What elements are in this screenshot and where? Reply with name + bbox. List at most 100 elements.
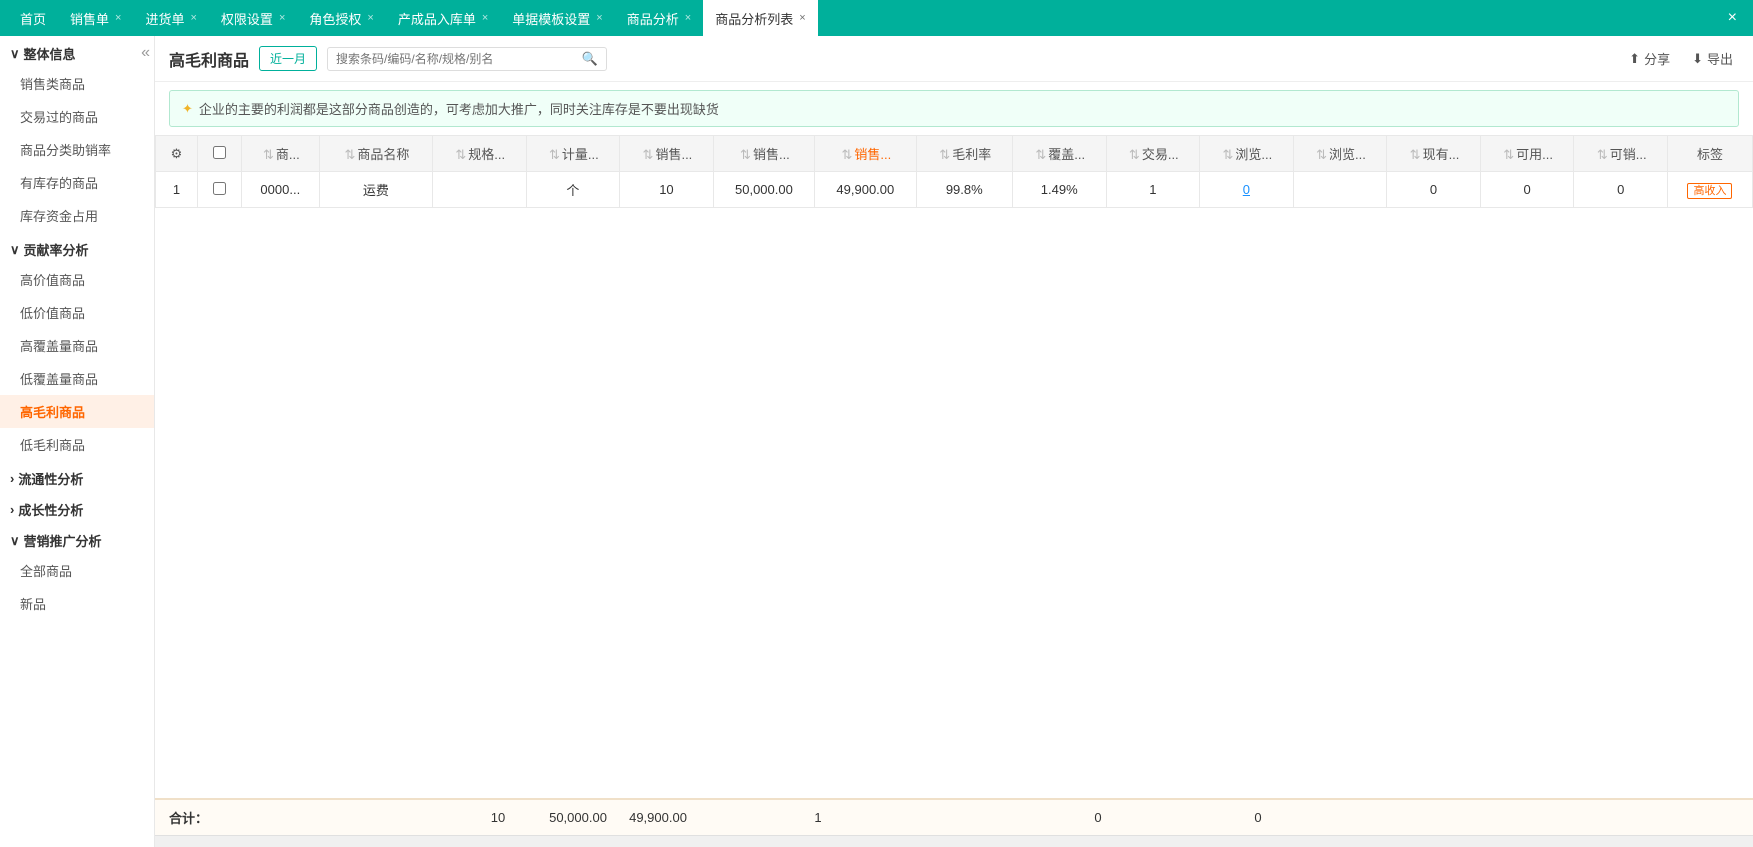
search-input[interactable] (336, 52, 578, 66)
sidebar-item-low-value[interactable]: 低价值商品 (0, 296, 154, 329)
tab-template-settings[interactable]: 单据模板设置 × (500, 0, 614, 36)
sidebar-item-high-value[interactable]: 高价值商品 (0, 263, 154, 296)
sidebar-group-growth[interactable]: › 成长性分析 (0, 492, 154, 523)
search-icon[interactable]: 🔍 (582, 51, 598, 67)
tab-permission-settings[interactable]: 权限设置 × (209, 0, 297, 36)
group-arrow-contribution: ∨ (10, 242, 20, 258)
sidebar-group-contribution[interactable]: ∨ 贡献率分析 (0, 232, 154, 263)
footer-stock-saleable: 0 (1218, 810, 1298, 825)
sidebar-item-new-goods[interactable]: 新品 (0, 587, 154, 620)
cell-code: 0000... (241, 172, 319, 208)
tag-badge: 高收入 (1687, 183, 1732, 199)
product-table: ⚙ ⇅商... ⇅商品名称 ⇅规格... ⇅计量... ⇅销售... ⇅销售..… (155, 135, 1753, 208)
header-actions: ⬆ 分享 ⬇ 导出 (1623, 46, 1739, 71)
col-spec: ⇅规格... (432, 136, 526, 172)
sidebar-item-category-rate[interactable]: 商品分类助销率 (0, 133, 154, 166)
page-title: 高毛利商品 (169, 47, 249, 71)
tab-role-auth[interactable]: 角色授权 × (297, 0, 385, 36)
group-arrow-overall: ∨ (10, 46, 20, 62)
col-tag: 标签 (1667, 136, 1752, 172)
col-stock-available: ⇅可用... (1480, 136, 1574, 172)
tab-sales-order[interactable]: 销售单 × (58, 0, 133, 36)
sidebar-item-low-coverage[interactable]: 低覆盖量商品 (0, 362, 154, 395)
close-tab-purchase-order[interactable]: × (190, 12, 196, 24)
sidebar-item-stock-capital[interactable]: 库存资金占用 (0, 199, 154, 232)
footer-sales-profit: 49,900.00 (618, 810, 698, 825)
info-icon: ✦ (182, 101, 193, 117)
footer-stock-current: 0 (1058, 810, 1138, 825)
sidebar-group-overall-info[interactable]: ∨ 整体信息 (0, 36, 154, 67)
col-sales-profit: ⇅销售... (815, 136, 916, 172)
col-settings[interactable]: ⚙ (156, 136, 198, 172)
cell-sales-amount: 50,000.00 (713, 172, 814, 208)
sort-icon-sales-profit: ⇅ (841, 147, 852, 162)
sort-icon-browse2: ⇅ (1316, 147, 1327, 162)
select-all-checkbox[interactable] (213, 146, 226, 159)
cell-stock-saleable: 0 (1574, 172, 1668, 208)
cell-unit: 个 (526, 172, 620, 208)
cell-sales-qty: 10 (620, 172, 714, 208)
export-button[interactable]: ⬇ 导出 (1686, 46, 1739, 71)
cell-sales-profit: 49,900.00 (815, 172, 916, 208)
col-code: ⇅商... (241, 136, 319, 172)
horizontal-scrollbar[interactable] (155, 835, 1753, 847)
table-footer: 合计： 10 50,000.00 49,900.00 1 0 0 (155, 798, 1753, 835)
share-icon: ⬆ (1629, 51, 1640, 67)
sort-icon-sales-qty: ⇅ (643, 147, 654, 162)
col-checkbox[interactable] (198, 136, 242, 172)
col-stock-current: ⇅现有... (1387, 136, 1481, 172)
close-tab-product-analysis[interactable]: × (685, 12, 691, 24)
sidebar-group-liquidity[interactable]: › 流通性分析 (0, 461, 154, 492)
footer-label: 合计： (169, 808, 208, 827)
close-tab-sales-order[interactable]: × (115, 12, 121, 24)
close-tab-permission-settings[interactable]: × (279, 12, 285, 24)
sidebar-collapse-button[interactable]: « (141, 44, 150, 62)
tab-purchase-order[interactable]: 进货单 × (133, 0, 208, 36)
cell-stock-available: 0 (1480, 172, 1574, 208)
tab-home[interactable]: 首页 (8, 0, 58, 36)
close-tab-product-analysis-list[interactable]: × (799, 12, 805, 24)
tab-product-analysis-list[interactable]: 商品分析列表 × (703, 0, 817, 36)
browse1-link[interactable]: 0 (1243, 182, 1250, 197)
sort-icon-browse1: ⇅ (1223, 147, 1234, 162)
row-checkbox[interactable] (213, 182, 226, 195)
sidebar-item-sales-goods[interactable]: 销售类商品 (0, 67, 154, 100)
col-sales-amount: ⇅销售... (713, 136, 814, 172)
sidebar-item-traded-goods[interactable]: 交易过的商品 (0, 100, 154, 133)
sort-icon-stock-saleable: ⇅ (1597, 147, 1608, 162)
tab-product-analysis[interactable]: 商品分析 × (615, 0, 703, 36)
cell-index: 1 (156, 172, 198, 208)
sort-icon-stock-available: ⇅ (1503, 147, 1514, 162)
sidebar-item-low-margin[interactable]: 低毛利商品 (0, 428, 154, 461)
col-sales-qty: ⇅销售... (620, 136, 714, 172)
search-box: 🔍 (327, 47, 607, 71)
main-layout: « ∨ 整体信息 销售类商品 交易过的商品 商品分类助销率 有库存的商品 库存资… (0, 36, 1753, 847)
table-header-row: ⚙ ⇅商... ⇅商品名称 ⇅规格... ⇅计量... ⇅销售... ⇅销售..… (156, 136, 1753, 172)
footer-sales-amount: 50,000.00 (538, 810, 618, 825)
sort-icon-coverage: ⇅ (1035, 147, 1046, 162)
sort-icon-stock-current: ⇅ (1410, 147, 1421, 162)
top-navigation: 首页 销售单 × 进货单 × 权限设置 × 角色授权 × 产成品入库单 × 单据… (0, 0, 1753, 36)
share-button[interactable]: ⬆ 分享 (1623, 46, 1676, 71)
sidebar-item-high-margin[interactable]: 高毛利商品 (0, 395, 154, 428)
close-tab-role-auth[interactable]: × (367, 12, 373, 24)
sidebar-item-all-goods[interactable]: 全部商品 (0, 554, 154, 587)
close-tab-template-settings[interactable]: × (596, 12, 602, 24)
sidebar-item-in-stock-goods[interactable]: 有库存的商品 (0, 166, 154, 199)
sidebar-item-high-coverage[interactable]: 高覆盖量商品 (0, 329, 154, 362)
filter-month-button[interactable]: 近一月 (259, 46, 317, 71)
col-name: ⇅商品名称 (319, 136, 432, 172)
col-coverage: ⇅覆盖... (1012, 136, 1106, 172)
group-arrow-marketing: ∨ (10, 533, 20, 549)
tab-product-warehouse[interactable]: 产成品入库单 × (386, 0, 500, 36)
group-arrow-growth: › (10, 502, 14, 517)
cell-browse2 (1293, 172, 1387, 208)
sort-icon-unit: ⇅ (549, 147, 560, 162)
close-tab-product-warehouse[interactable]: × (482, 12, 488, 24)
cell-checkbox (198, 172, 242, 208)
sidebar-group-marketing[interactable]: ∨ 营销推广分析 (0, 523, 154, 554)
col-gross-rate: ⇅毛利率 (916, 136, 1012, 172)
group-arrow-liquidity: › (10, 471, 14, 486)
cell-name: 运费 (319, 172, 432, 208)
close-all-tabs-button[interactable]: × (1720, 9, 1745, 27)
